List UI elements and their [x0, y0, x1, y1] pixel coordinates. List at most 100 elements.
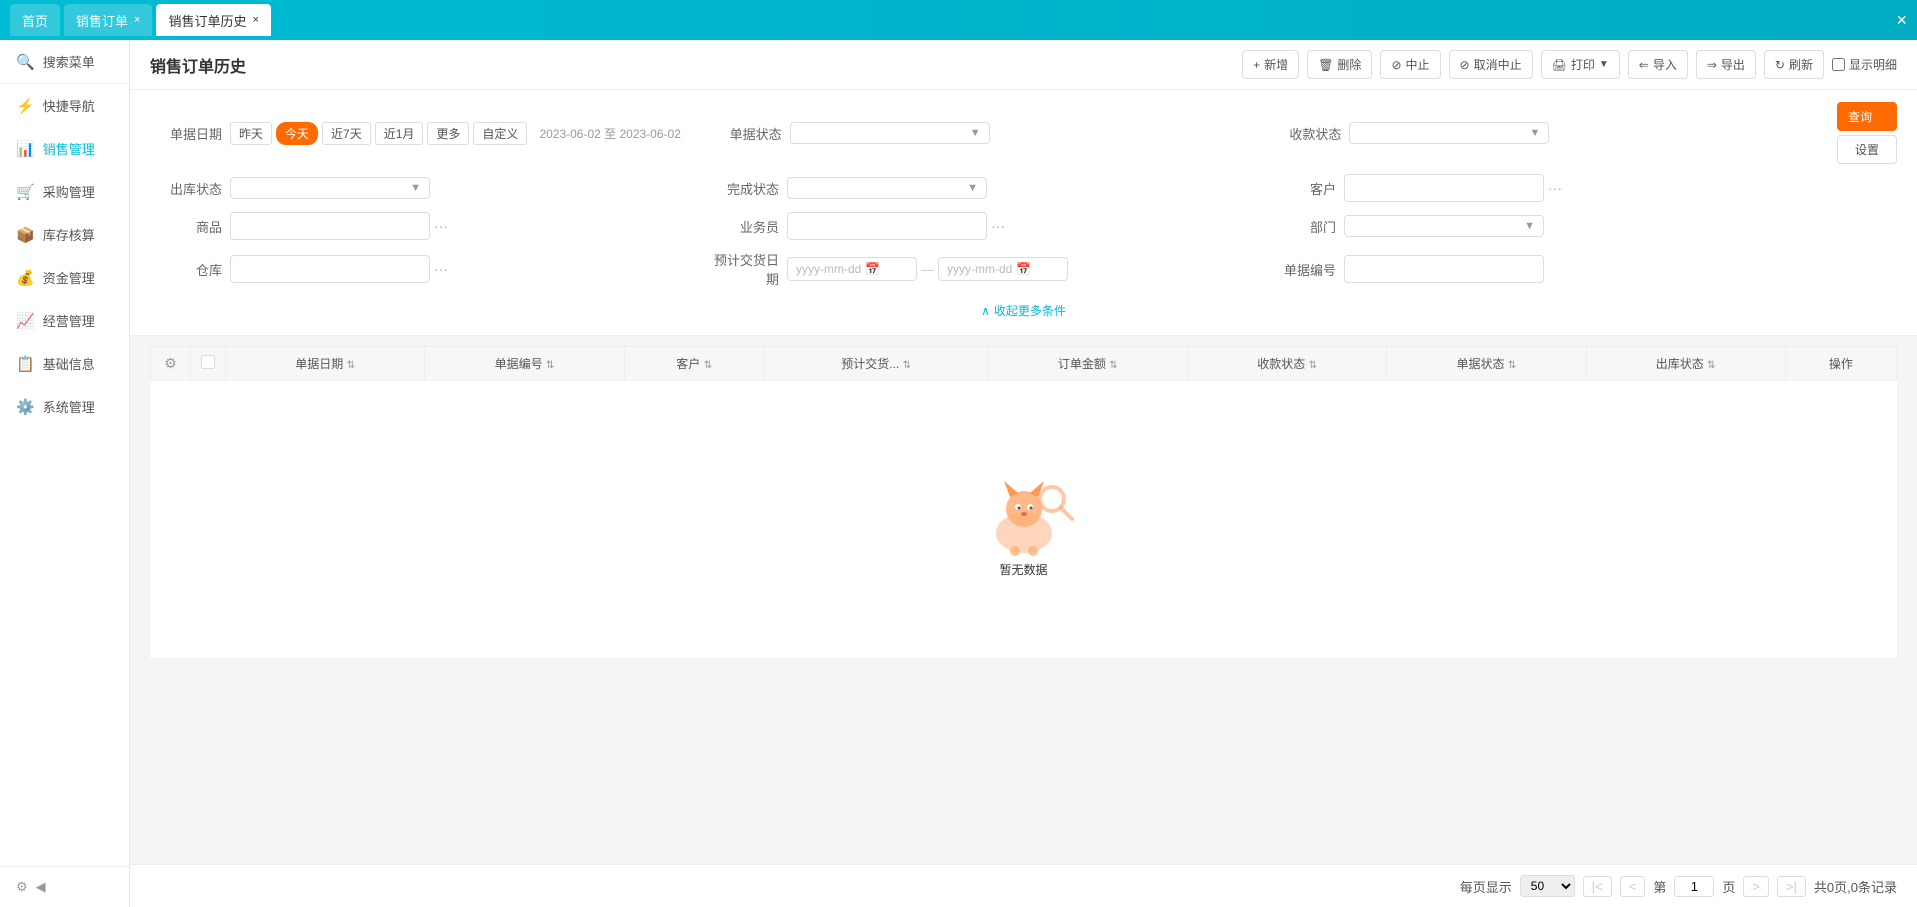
table-col-payment-status[interactable]: 收款状态 ⇅ — [1187, 347, 1386, 381]
col-order-status-label: 单据状态 — [1457, 357, 1505, 371]
settings-gear-icon[interactable]: ⚙ — [16, 879, 28, 895]
table-checkbox-col — [191, 347, 226, 381]
sidebar-item-sales[interactable]: 📊 销售管理 — [0, 127, 129, 170]
page-header: 销售订单历史 + 新增 🗑 删除 ⊘ 中止 ⊘ 取消中止 — [130, 40, 1917, 90]
print-button[interactable]: 🖨 打印 ▼ — [1541, 50, 1620, 79]
salesperson-more-btn[interactable]: ··· — [991, 218, 1005, 234]
payment-status-label: 收款状态 — [1269, 124, 1349, 143]
sidebar-item-basic-info-label: 基础信息 — [43, 354, 95, 373]
product-filter-label: 商品 — [150, 217, 230, 236]
refresh-label: 刷新 — [1789, 56, 1813, 73]
prev-page-button[interactable]: < — [1620, 876, 1646, 897]
department-select[interactable]: ▼ — [1344, 215, 1544, 237]
complete-status-select[interactable]: ▼ — [787, 177, 987, 199]
page-number-input[interactable] — [1674, 876, 1714, 897]
empty-illustration — [964, 461, 1084, 561]
customer-filter-label: 客户 — [1264, 179, 1344, 198]
calendar-icon-2: 📅 — [1016, 262, 1031, 276]
payment-status-select[interactable]: ▼ — [1349, 122, 1549, 144]
cancel-stop-button[interactable]: ⊘ 取消中止 — [1449, 50, 1533, 79]
expected-delivery-start[interactable]: yyyy-mm-dd 📅 — [787, 257, 917, 281]
empty-text: 暂无数据 — [999, 561, 1047, 578]
sidebar-item-finance[interactable]: 💰 资金管理 — [0, 256, 129, 299]
purchase-icon: 🛒 — [16, 183, 35, 201]
date-1month-btn[interactable]: 近1月 — [375, 122, 424, 145]
collapse-filter-row[interactable]: ∧ 收起更多条件 — [150, 298, 1897, 323]
warehouse-more-btn[interactable]: ··· — [434, 261, 448, 277]
tab-sales-order-history-close[interactable]: × — [252, 14, 258, 26]
salesperson-input[interactable] — [787, 212, 987, 240]
table-select-all-checkbox[interactable] — [201, 355, 215, 369]
col-number-sort-icon: ⇅ — [546, 360, 554, 371]
customer-input[interactable] — [1344, 174, 1544, 202]
date-7days-btn[interactable]: 近7天 — [322, 122, 371, 145]
display-detail-checkbox[interactable] — [1832, 58, 1845, 71]
export-button[interactable]: ⇒ 导出 — [1696, 50, 1756, 79]
per-page-select[interactable]: 50 10 20 100 — [1520, 875, 1575, 897]
tab-sales-order[interactable]: 销售订单 × — [64, 4, 152, 36]
import-icon: ⇐ — [1639, 58, 1649, 72]
order-status-select[interactable]: ▼ — [790, 122, 990, 144]
tab-sales-order-close[interactable]: × — [134, 14, 140, 26]
col-action-label: 操作 — [1829, 357, 1853, 371]
col-number-label: 单据编号 — [495, 357, 543, 371]
warehouse-input[interactable] — [230, 255, 430, 283]
window-close-button[interactable]: × — [1896, 10, 1907, 31]
tab-home[interactable]: 首页 — [10, 4, 60, 36]
table-col-number[interactable]: 单据编号 ⇅ — [425, 347, 624, 381]
date-filter-label: 单据日期 — [150, 124, 230, 143]
product-input[interactable] — [230, 212, 430, 240]
complete-status-label: 完成状态 — [707, 179, 787, 198]
table-col-delivery[interactable]: 预计交货... ⇅ — [764, 347, 988, 381]
order-number-input[interactable] — [1344, 255, 1544, 283]
collapse-sidebar-icon[interactable]: ◀ — [36, 879, 46, 895]
sidebar-item-purchase[interactable]: 🛒 采购管理 — [0, 170, 129, 213]
add-label: 新增 — [1264, 56, 1288, 73]
first-page-button[interactable]: |< — [1583, 876, 1612, 897]
customer-more-btn[interactable]: ··· — [1548, 180, 1562, 196]
delete-button[interactable]: 🗑 删除 — [1307, 50, 1372, 79]
sidebar-item-search[interactable]: 🔍 搜索菜单 — [0, 40, 129, 84]
sidebar-item-quicknav[interactable]: ⚡ 快捷导航 — [0, 84, 129, 127]
date-filter-control: 昨天 今天 近7天 近1月 更多 自定义 2023-06-02 至 2023-0… — [230, 122, 710, 145]
calendar-icon-1: 📅 — [865, 262, 880, 276]
date-yesterday-btn[interactable]: 昨天 — [230, 122, 272, 145]
query-button[interactable]: 查询 — [1837, 102, 1897, 131]
product-more-btn[interactable]: ··· — [434, 218, 448, 234]
delivery-status-label: 出库状态 — [150, 179, 230, 198]
footer-pagination: 每页显示 50 10 20 100 |< < 第 页 > >| 共0页,0条记录 — [130, 864, 1917, 907]
sidebar-item-basic-info[interactable]: 📋 基础信息 — [0, 342, 129, 385]
table-col-amount[interactable]: 订单金额 ⇅ — [988, 347, 1187, 381]
add-button[interactable]: + 新增 — [1242, 50, 1299, 79]
stop-button[interactable]: ⊘ 中止 — [1380, 50, 1440, 79]
table-col-order-status[interactable]: 单据状态 ⇅ — [1387, 347, 1586, 381]
sidebar-item-inventory[interactable]: 📦 库存核算 — [0, 213, 129, 256]
sidebar-item-system[interactable]: ⚙️ 系统管理 — [0, 385, 129, 428]
date-quick-buttons: 昨天 今天 近7天 近1月 更多 自定义 — [230, 122, 527, 145]
import-button[interactable]: ⇐ 导入 — [1628, 50, 1688, 79]
table-col-delivery-status[interactable]: 出库状态 ⇅ — [1586, 347, 1785, 381]
table-col-customer[interactable]: 客户 ⇅ — [624, 347, 764, 381]
tab-home-label: 首页 — [22, 11, 48, 30]
date-custom-btn[interactable]: 自定义 — [473, 122, 527, 145]
date-today-btn[interactable]: 今天 — [276, 122, 318, 145]
delivery-status-select[interactable]: ▼ — [230, 177, 430, 199]
refresh-button[interactable]: ↻ 刷新 — [1764, 50, 1824, 79]
import-label: 导入 — [1653, 56, 1677, 73]
next-page-button[interactable]: > — [1743, 876, 1769, 897]
table-settings-button[interactable]: ⚙ — [164, 355, 177, 372]
cancel-stop-label: 取消中止 — [1474, 56, 1522, 73]
order-status-arrow-icon: ▼ — [970, 127, 981, 139]
settings-button[interactable]: 设置 — [1837, 135, 1897, 164]
sidebar-item-management[interactable]: 📈 经营管理 — [0, 299, 129, 342]
col-delivery-status-sort-icon: ⇅ — [1707, 360, 1715, 371]
last-page-button[interactable]: >| — [1777, 876, 1806, 897]
table-col-date[interactable]: 单据日期 ⇅ — [226, 347, 425, 381]
main-layout: 🔍 搜索菜单 ⚡ 快捷导航 📊 销售管理 🛒 采购管理 📦 库存核算 💰 资金管… — [0, 40, 1917, 907]
tab-sales-order-history[interactable]: 销售订单历史 × — [156, 4, 270, 36]
expected-delivery-end[interactable]: yyyy-mm-dd 📅 — [938, 257, 1068, 281]
stop-label: 中止 — [1406, 56, 1430, 73]
sales-icon: 📊 — [16, 140, 35, 158]
date-more-btn[interactable]: 更多 — [427, 122, 469, 145]
system-icon: ⚙️ — [16, 398, 35, 416]
